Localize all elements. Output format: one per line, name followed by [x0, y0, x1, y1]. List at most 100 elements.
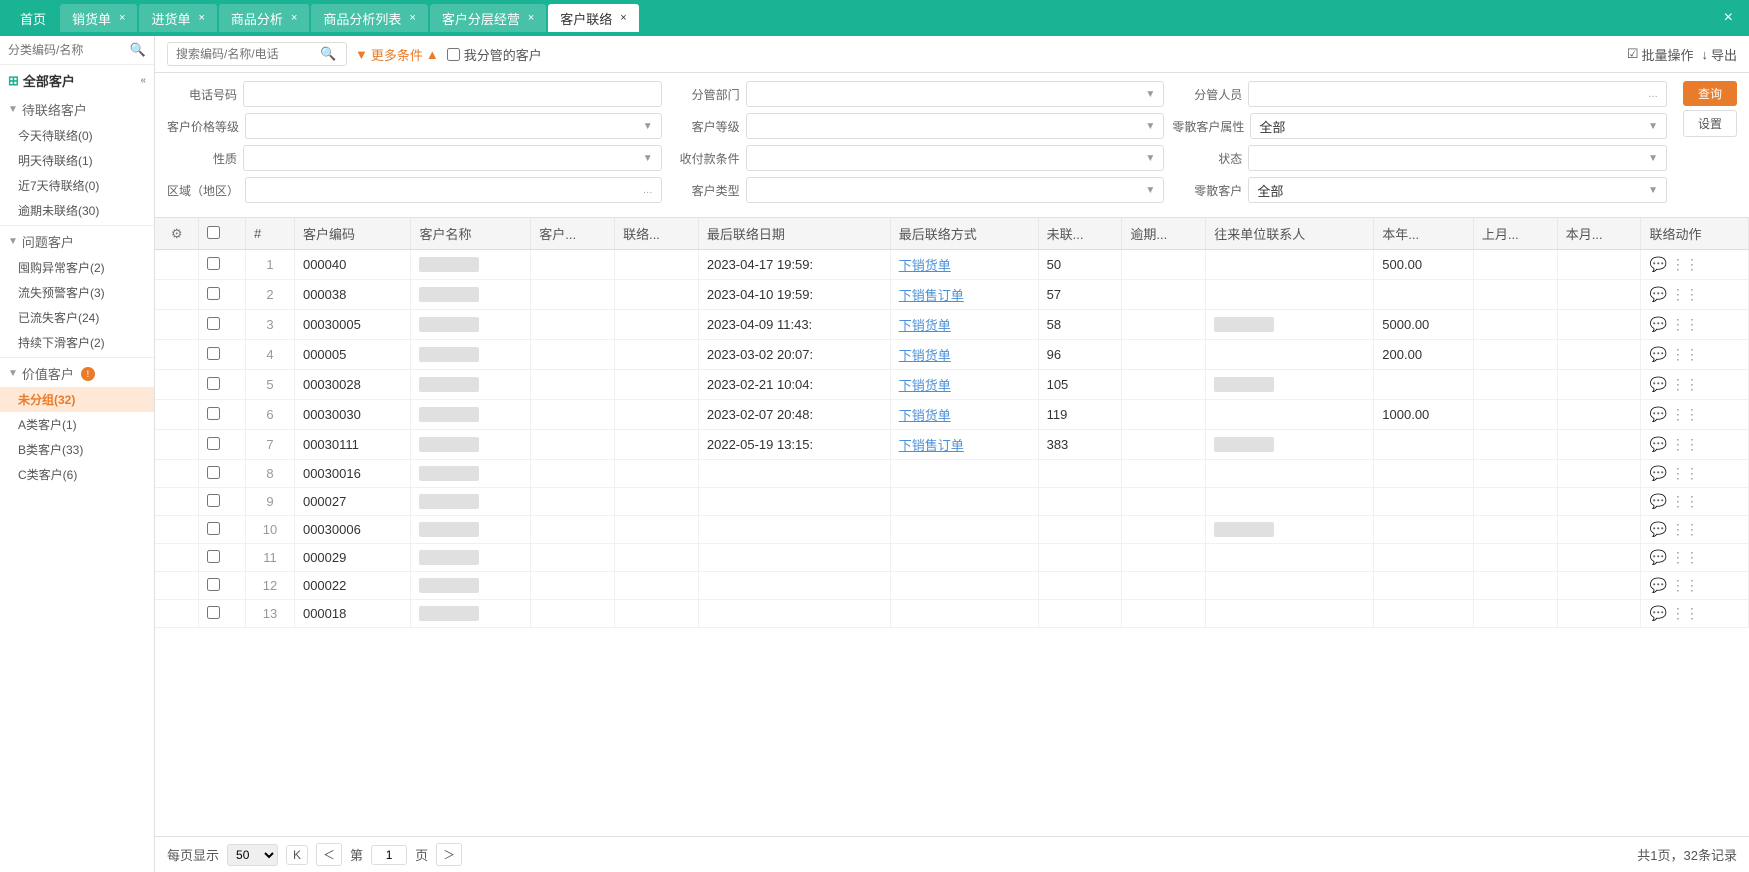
th-last-method[interactable]: 最后联络方式 — [890, 218, 1038, 250]
sidebar-item-overdue[interactable]: 逾期未联络(30) — [0, 198, 154, 223]
row-check[interactable] — [199, 280, 246, 310]
close-all-tabs[interactable]: × — [1716, 9, 1741, 27]
action-more-icon[interactable]: ⋮⋮ — [1671, 605, 1699, 622]
reset-button[interactable]: 设置 — [1683, 110, 1737, 137]
export-btn[interactable]: ↓ 导出 — [1701, 45, 1737, 64]
row-check[interactable] — [199, 430, 246, 460]
action-chat-icon[interactable]: 💬 — [1649, 346, 1666, 363]
sidebar-search-icon[interactable]: 🔍 — [130, 42, 146, 58]
row-last-method[interactable] — [890, 516, 1038, 544]
tab-analysis-list-close[interactable]: × — [409, 12, 415, 24]
my-customers-checkbox-label[interactable]: 我分管的客户 — [447, 45, 542, 64]
tab-home[interactable]: 首页 — [8, 4, 58, 32]
action-more-icon[interactable]: ⋮⋮ — [1671, 577, 1699, 594]
action-more-icon[interactable]: ⋮⋮ — [1671, 406, 1699, 423]
row-check[interactable] — [199, 460, 246, 488]
sidebar-item-lost[interactable]: 已流失客户(24) — [0, 305, 154, 330]
page-input[interactable] — [371, 845, 407, 865]
row-check[interactable] — [199, 516, 246, 544]
my-customers-checkbox[interactable] — [447, 48, 460, 61]
row-check[interactable] — [199, 340, 246, 370]
row-last-method[interactable]: 下销货单 — [890, 340, 1038, 370]
tab-sales[interactable]: 销货单 × — [60, 4, 137, 32]
th-unit-contact[interactable]: 往来单位联系人 — [1206, 218, 1374, 250]
tab-analysis-close[interactable]: × — [291, 12, 297, 24]
th-this-month[interactable]: 本月... — [1557, 218, 1641, 250]
row-checkbox[interactable] — [207, 550, 220, 563]
row-checkbox[interactable] — [207, 494, 220, 507]
filter-customer-type-select[interactable]: ▼ — [746, 177, 1165, 203]
filter-manager-select[interactable]: … — [1248, 81, 1667, 107]
sidebar-item-b-class[interactable]: B类客户(33) — [0, 437, 154, 462]
th-code[interactable]: 客户编码 — [294, 218, 410, 250]
filter-dept-select[interactable]: ▼ — [746, 81, 1165, 107]
filter-search-input[interactable] — [176, 47, 316, 61]
row-check[interactable] — [199, 544, 246, 572]
sidebar-item-abnormal[interactable]: 囤购异常客户(2) — [0, 255, 154, 280]
action-more-icon[interactable]: ⋮⋮ — [1671, 376, 1699, 393]
action-more-icon[interactable]: ⋮⋮ — [1671, 493, 1699, 510]
filter-search-box[interactable]: 🔍 — [167, 42, 347, 66]
row-last-method[interactable] — [890, 460, 1038, 488]
th-overdue[interactable]: 逾期... — [1122, 218, 1206, 250]
row-check[interactable] — [199, 250, 246, 280]
sidebar-search-input[interactable] — [8, 43, 126, 57]
sidebar-item-c-class[interactable]: C类客户(6) — [0, 462, 154, 487]
filter-payment-select[interactable]: ▼ — [746, 145, 1165, 171]
row-checkbox[interactable] — [207, 578, 220, 591]
filter-status-select[interactable]: ▼ — [1248, 145, 1667, 171]
filter-retail-select[interactable]: 全部 ▼ — [1248, 177, 1667, 203]
filter-retail-attr-select[interactable]: 全部 ▼ — [1250, 113, 1667, 139]
row-checkbox[interactable] — [207, 317, 220, 330]
row-last-method[interactable]: 下销货单 — [890, 370, 1038, 400]
search-button[interactable]: 查询 — [1683, 81, 1737, 106]
row-last-method[interactable] — [890, 600, 1038, 628]
row-checkbox[interactable] — [207, 606, 220, 619]
row-checkbox[interactable] — [207, 377, 220, 390]
row-check[interactable] — [199, 488, 246, 516]
th-last-month[interactable]: 上月... — [1473, 218, 1557, 250]
row-last-method[interactable]: 下销售订单 — [890, 430, 1038, 460]
filter-nature-select[interactable]: ▼ — [243, 145, 662, 171]
action-chat-icon[interactable]: 💬 — [1649, 406, 1666, 423]
row-checkbox[interactable] — [207, 287, 220, 300]
row-last-method[interactable] — [890, 572, 1038, 600]
row-checkbox[interactable] — [207, 466, 220, 479]
last-method-link[interactable]: 下销货单 — [899, 408, 951, 423]
prev-page-btn[interactable]: ＜ — [316, 843, 342, 866]
th-name[interactable]: 客户名称 — [411, 218, 531, 250]
th-contact[interactable]: 联络... — [615, 218, 699, 250]
action-chat-icon[interactable]: 💬 — [1649, 493, 1666, 510]
row-check[interactable] — [199, 310, 246, 340]
sidebar-item-tomorrow[interactable]: 明天待联络(1) — [0, 148, 154, 173]
last-method-link[interactable]: 下销售订单 — [899, 288, 964, 303]
action-chat-icon[interactable]: 💬 — [1649, 256, 1666, 273]
row-last-method[interactable] — [890, 544, 1038, 572]
row-check[interactable] — [199, 572, 246, 600]
row-checkbox[interactable] — [207, 347, 220, 360]
action-chat-icon[interactable]: 💬 — [1649, 376, 1666, 393]
action-more-icon[interactable]: ⋮⋮ — [1671, 286, 1699, 303]
last-method-link[interactable]: 下销货单 — [899, 378, 951, 393]
action-more-icon[interactable]: ⋮⋮ — [1671, 346, 1699, 363]
action-chat-icon[interactable]: 💬 — [1649, 436, 1666, 453]
filter-region-select[interactable]: … — [245, 177, 662, 203]
sidebar-item-churn-warning[interactable]: 流失预警客户(3) — [0, 280, 154, 305]
sidebar-item-week[interactable]: 近7天待联络(0) — [0, 173, 154, 198]
tab-purchase-close[interactable]: × — [198, 12, 204, 24]
sidebar-all-customers[interactable]: ⊞ 全部客户 « — [0, 65, 154, 96]
filter-search-icon[interactable]: 🔍 — [320, 46, 336, 62]
row-last-method[interactable] — [890, 488, 1038, 516]
row-checkbox[interactable] — [207, 437, 220, 450]
action-chat-icon[interactable]: 💬 — [1649, 521, 1666, 538]
row-check[interactable] — [199, 400, 246, 430]
sidebar-group-value[interactable]: ▼ 价值客户 ! — [0, 360, 154, 387]
last-method-link[interactable]: 下销售订单 — [899, 438, 964, 453]
action-chat-icon[interactable]: 💬 — [1649, 286, 1666, 303]
action-more-icon[interactable]: ⋮⋮ — [1671, 436, 1699, 453]
row-checkbox[interactable] — [207, 257, 220, 270]
tab-analysis-list[interactable]: 商品分析列表 × — [311, 4, 427, 32]
action-more-icon[interactable]: ⋮⋮ — [1671, 549, 1699, 566]
tab-customer-segment[interactable]: 客户分层经营 × — [430, 4, 546, 32]
th-this-year[interactable]: 本年... — [1374, 218, 1474, 250]
